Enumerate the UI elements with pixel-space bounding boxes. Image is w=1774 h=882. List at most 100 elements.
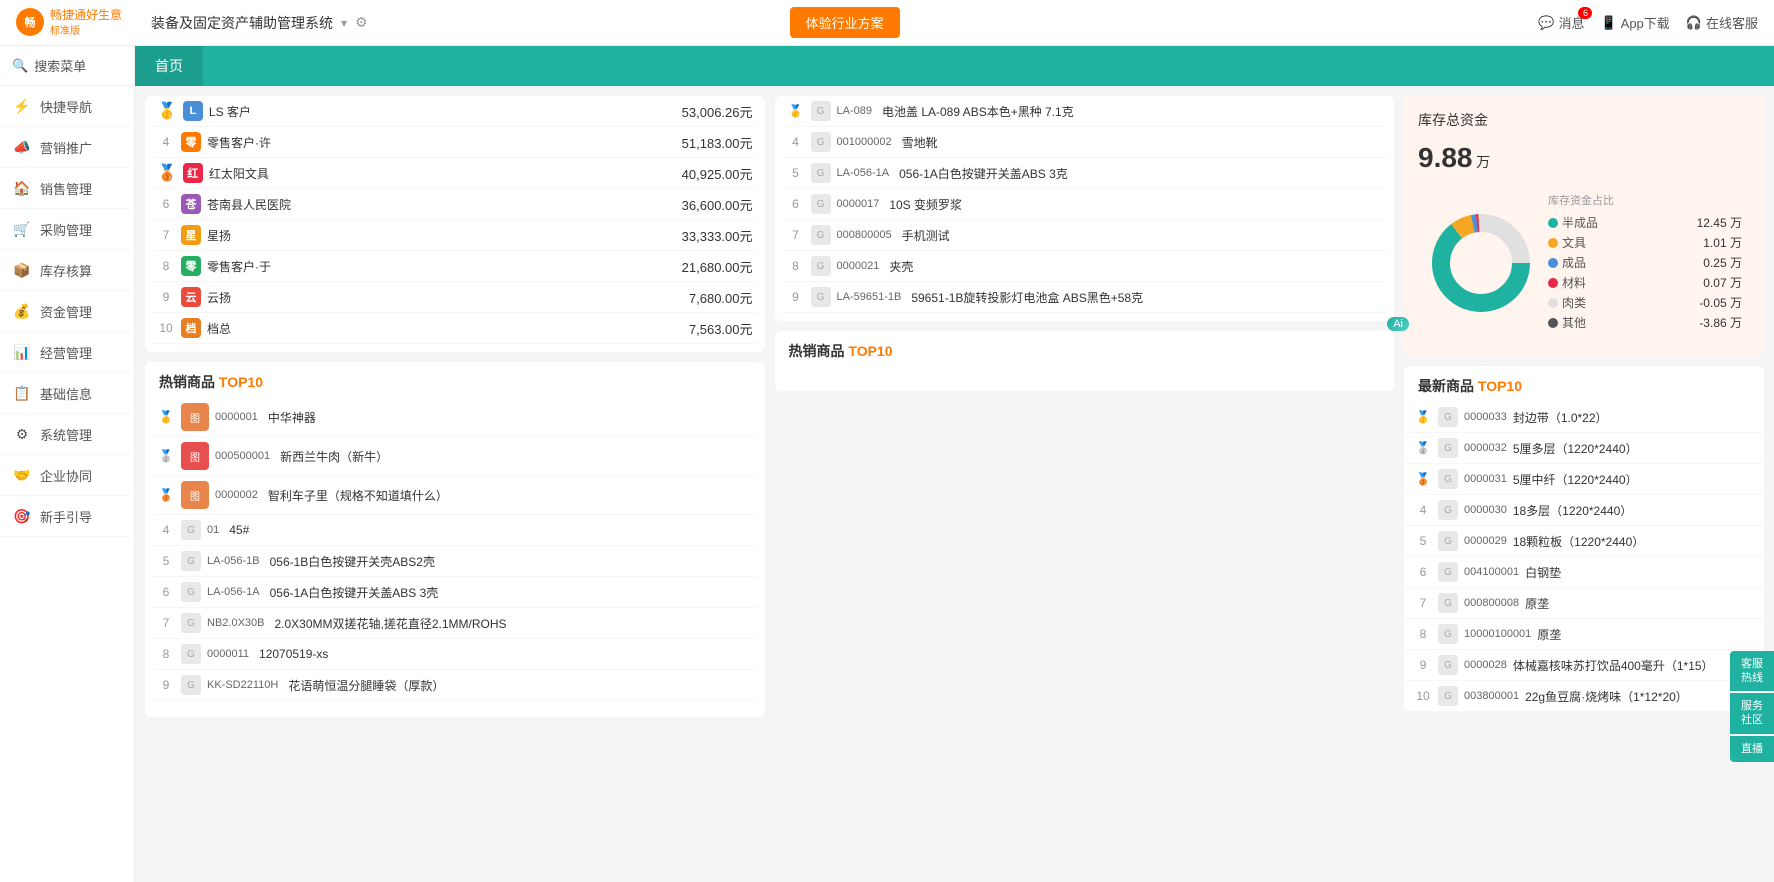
customer-badge: 档 [181, 318, 201, 338]
sidebar-item-system[interactable]: ⚙ 系统管理 [0, 414, 134, 455]
rank-number: 4 [157, 135, 175, 149]
main-content: 首页 🥇 L LS 客户 53,006.26元 [135, 46, 1774, 882]
message-icon: 💬 [1538, 15, 1554, 31]
sidebar-search-label: 搜索菜单 [34, 56, 86, 75]
list-item: 🥇 G 0000033 封边带（1.0*22） [1404, 402, 1764, 433]
sidebar-item-sales[interactable]: 🏠 销售管理 [0, 168, 134, 209]
product-code: 10000100001 [1464, 628, 1531, 640]
topbar: 畅 畅捷通好生意 标准版 装备及固定资产辅助管理系统 ▾ ⚙ 体验行业方案 💬 … [0, 0, 1774, 46]
product-code: LA-59651-1B [837, 291, 902, 303]
rank-number: 🥈 [1414, 441, 1432, 455]
logo-area: 畅 畅捷通好生意 标准版 [16, 8, 151, 37]
hot-product-list: 🥇 图 0000001 中华神器 🥈 图 000500001 新西兰牛肉（新牛） [145, 398, 765, 709]
product-image-placeholder: G [811, 225, 831, 245]
rank-number: 🥇 [157, 410, 175, 424]
customer-badge: 云 [181, 287, 201, 307]
product-code: KK-SD22110H [207, 679, 278, 691]
ai-badge[interactable]: Ai [1387, 317, 1409, 331]
legend-name: 半成品 [1562, 214, 1693, 231]
product-image: 图 [181, 403, 209, 431]
rank-number: 6 [1414, 565, 1432, 579]
legend-name: 成品 [1562, 254, 1699, 271]
list-item: 🥉 G 0000031 5厘中纤（1220*2440） [1404, 464, 1764, 495]
ai-badge-container: Ai [1381, 315, 1409, 331]
product-name: 智利车子里（规格不知道填什么） [268, 487, 753, 504]
donut-svg [1426, 208, 1536, 318]
chevron-down-icon[interactable]: ▾ [341, 16, 347, 30]
customer-badge: 星 [181, 225, 201, 245]
system-icon: ⚙ [12, 424, 32, 444]
legend-item: 材料 0.07 万 [1548, 274, 1742, 291]
product-image-placeholder: G [811, 163, 831, 183]
product-code: 000800008 [1464, 597, 1519, 609]
table-row: 🥇 L LS 客户 53,006.26元 [153, 96, 757, 127]
sales-amount: 36,600.00元 [682, 195, 753, 214]
product-image-placeholder: G [1438, 686, 1458, 706]
app-download-button[interactable]: 📱 App下载 [1600, 13, 1669, 32]
sales-amount: 21,680.00元 [682, 257, 753, 276]
product-name: 新西兰牛肉（新牛） [280, 448, 752, 465]
sidebar-item-quick[interactable]: ⚡ 快捷导航 [0, 86, 134, 127]
product-code: 0000017 [837, 198, 880, 210]
list-item: 7 G 000800008 原垄 [1404, 588, 1764, 619]
hot-products-rank-list: 🥇 G LA-089 电池盖 LA-089 ABS本色+黑种 7.1克 4 G … [775, 96, 1395, 321]
rank-number: 4 [1414, 503, 1432, 517]
sidebar-search[interactable]: 🔍 搜索菜单 [0, 46, 134, 86]
inventory-sub-title: 库存资金占比 [1548, 192, 1742, 208]
service-community-button[interactable]: 服务社区 [1730, 693, 1774, 734]
system-name[interactable]: 装备及固定资产辅助管理系统 [151, 13, 333, 33]
new-products-list: 🥇 G 0000033 封边带（1.0*22） 🥈 G 0000032 5厘多层… [1404, 402, 1764, 712]
list-item: 🥇 G LA-089 电池盖 LA-089 ABS本色+黑种 7.1克 [783, 96, 1387, 127]
live-stream-button[interactable]: 直播 [1730, 736, 1774, 762]
product-name: 雪地靴 [902, 134, 1382, 151]
sidebar-item-operations[interactable]: 📊 经营管理 [0, 332, 134, 373]
rank-number: 6 [157, 585, 175, 599]
sidebar-item-finance[interactable]: 💰 资金管理 [0, 291, 134, 332]
product-code: 0000001 [215, 411, 258, 423]
legend-value: -3.86 万 [1699, 314, 1742, 331]
customer-service-hotline-button[interactable]: 客服热线 [1730, 651, 1774, 692]
product-image-placeholder: G [1438, 531, 1458, 551]
online-service-button[interactable]: 🎧 在线客服 [1686, 13, 1758, 32]
sidebar-item-inventory[interactable]: 📦 库存核算 [0, 250, 134, 291]
sidebar-item-marketing[interactable]: 📣 营销推广 [0, 127, 134, 168]
sidebar-label-sales: 销售管理 [40, 179, 92, 198]
product-image-placeholder: G [1438, 624, 1458, 644]
rank-number: 8 [157, 647, 175, 661]
message-button[interactable]: 💬 消息 6 [1538, 13, 1584, 32]
float-service: 客服热线 服务社区 直播 [1730, 651, 1774, 762]
sidebar-item-guide[interactable]: 🎯 新手引导 [0, 496, 134, 537]
marketing-icon: 📣 [12, 137, 32, 157]
top10-label: TOP10 [219, 374, 263, 390]
product-image-placeholder: G [811, 256, 831, 276]
gear-icon[interactable]: ⚙ [355, 14, 368, 31]
legend-dot [1548, 218, 1558, 228]
sales-icon: 🏠 [12, 178, 32, 198]
trial-button[interactable]: 体验行业方案 [790, 7, 900, 38]
system-selector: 装备及固定资产辅助管理系统 ▾ ⚙ [151, 13, 790, 33]
sidebar-item-basic-info[interactable]: 📋 基础信息 [0, 373, 134, 414]
product-image-placeholder: G [181, 551, 201, 571]
sidebar-item-purchase[interactable]: 🛒 采购管理 [0, 209, 134, 250]
new-products-card: 最新商品 TOP10 🥇 G 0000033 封边带（1.0*22） 🥈 G [1404, 366, 1764, 712]
list-item: 4 G 001000002 雪地靴 [783, 127, 1387, 158]
logo-icon: 畅 [16, 8, 44, 36]
table-row: 7 星 星扬 33,333.00元 [153, 220, 757, 251]
sidebar: 🔍 搜索菜单 ⚡ 快捷导航 📣 营销推广 🏠 销售管理 🛒 采购管理 📦 库存核… [0, 46, 135, 882]
product-image-placeholder: G [811, 101, 831, 121]
product-name: 5厘多层（1220*2440） [1513, 440, 1754, 457]
top10-label: TOP10 [1478, 378, 1522, 394]
product-code: 004100001 [1464, 566, 1519, 578]
donut-section: 库存资金占比 半成品 12.45 万 文具 1.01 万 [1418, 184, 1750, 342]
product-name: 056-1A白色按键开关盖ABS 3壳 [270, 584, 753, 601]
customer-name: 红太阳文具 [209, 165, 676, 182]
sales-amount: 7,680.00元 [689, 288, 753, 307]
tab-home[interactable]: 首页 [135, 46, 203, 86]
sidebar-item-collab[interactable]: 🤝 企业协同 [0, 455, 134, 496]
product-image-placeholder: G [1438, 500, 1458, 520]
rank-number: 9 [1414, 658, 1432, 672]
left-panel: 🥇 L LS 客户 53,006.26元 4 零 零售客户·许 51,183.0… [145, 96, 765, 717]
list-item: 9 G 0000028 体械嘉核味苏打饮品400毫升（1*15） [1404, 650, 1764, 681]
logo-text: 畅捷通好生意 [50, 8, 122, 22]
list-item: 6 G 0000017 10S 变频罗浆 [783, 189, 1387, 220]
